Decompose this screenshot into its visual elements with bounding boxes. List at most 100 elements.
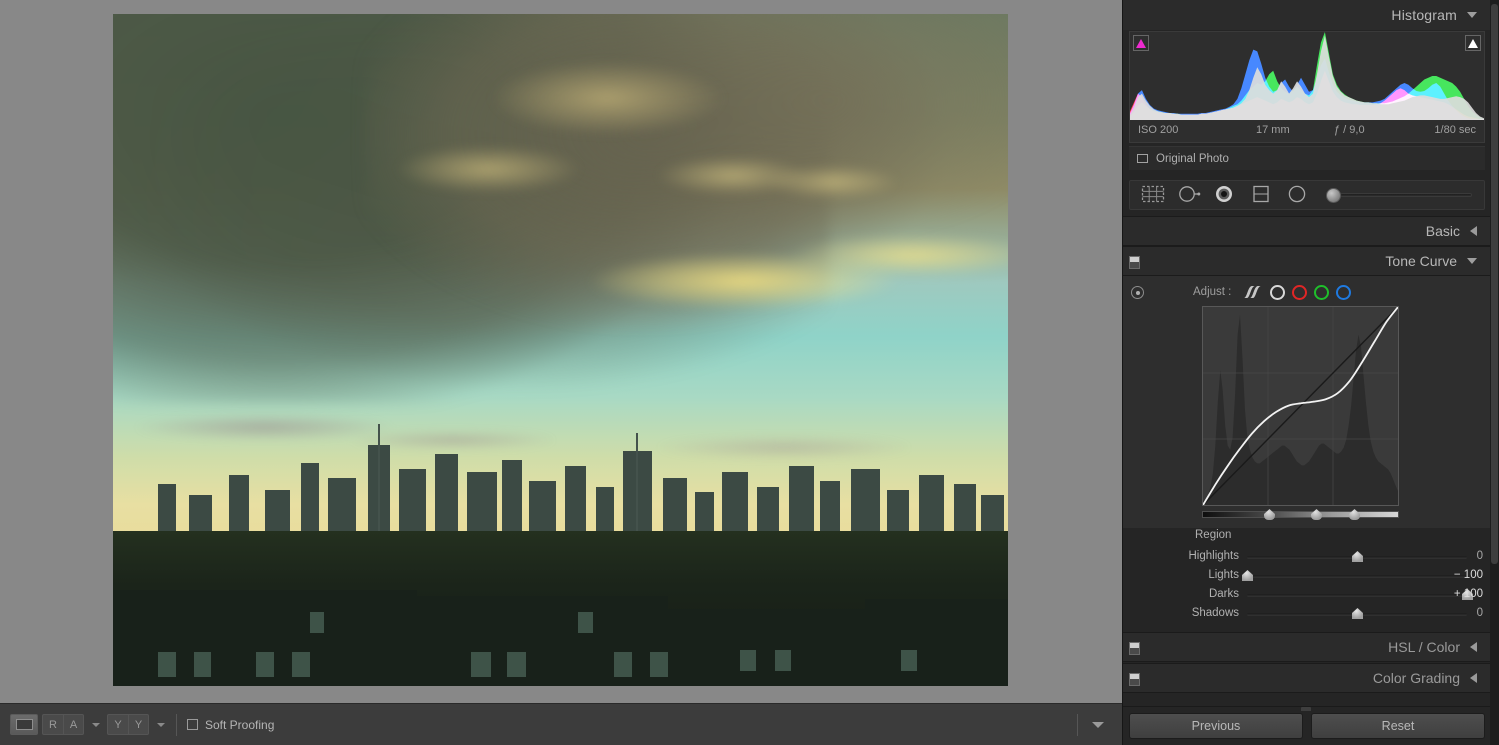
- slider-track-darks[interactable]: [1247, 594, 1467, 597]
- exif-iso: ISO 200: [1138, 124, 1179, 136]
- reset-button[interactable]: Reset: [1311, 713, 1485, 739]
- shadow-clipping-button[interactable]: [1133, 35, 1149, 51]
- adjust-label: Adjust :: [1193, 286, 1232, 298]
- compare-view-group: Y Y: [107, 714, 149, 735]
- slider-label-darks: Darks: [1208, 588, 1239, 600]
- exif-focal-length: 17 mm: [1256, 124, 1290, 136]
- panel-header-basic[interactable]: Basic: [1123, 216, 1491, 246]
- right-panel-scrollbar[interactable]: [1490, 0, 1499, 745]
- histogram-panel[interactable]: ISO 200 17 mm ƒ / 9,0 1/80 sec: [1129, 31, 1485, 143]
- histogram-header[interactable]: Histogram: [1123, 0, 1491, 30]
- brush-size-slider[interactable]: [1326, 188, 1472, 203]
- chevron-down-icon[interactable]: [1467, 258, 1477, 264]
- chevron-left-icon[interactable]: [1470, 642, 1477, 652]
- panel-title-hsl-color: HSL / Color: [1388, 639, 1460, 655]
- toolbar-divider: [176, 713, 177, 736]
- chevron-left-icon[interactable]: [1470, 226, 1477, 236]
- soft-proofing-checkbox[interactable]: [187, 719, 198, 730]
- panel-header-hsl-color[interactable]: HSL / Color: [1123, 632, 1491, 662]
- toolbar-right-divider: [1077, 713, 1078, 736]
- exif-info-row: ISO 200 17 mm ƒ / 9,0 1/80 sec: [1130, 118, 1484, 142]
- lightroom-develop-window: R A Y Y Soft Proofing Histogram ISO 200 …: [0, 0, 1499, 745]
- green-channel-icon[interactable]: [1314, 284, 1330, 300]
- chevron-down-icon[interactable]: [1467, 12, 1477, 18]
- hsl-color-panel-switch[interactable]: [1129, 642, 1140, 655]
- before-after-reference-button[interactable]: R: [42, 714, 63, 735]
- red-eye-correction-tool[interactable]: [1212, 184, 1242, 206]
- linear-gradient-tool[interactable]: [1248, 184, 1278, 206]
- red-channel-icon[interactable]: [1292, 284, 1308, 300]
- slider-row-lights: Lights − 100: [1123, 567, 1491, 586]
- tool-strip: [1129, 180, 1485, 210]
- exif-aperture: ƒ / 9,0: [1334, 124, 1365, 136]
- right-panel: Histogram ISO 200 17 mm ƒ / 9,0 1/80 sec: [1122, 0, 1499, 745]
- original-photo-label: Original Photo: [1156, 152, 1229, 165]
- histogram-chart: [1130, 32, 1484, 120]
- slider-row-highlights: Highlights 0: [1123, 548, 1491, 567]
- blue-channel-icon[interactable]: [1336, 284, 1352, 300]
- slider-value-highlights: 0: [1476, 550, 1483, 562]
- before-after-active-button[interactable]: A: [63, 714, 84, 735]
- slider-track-lights[interactable]: [1247, 575, 1467, 578]
- panel-resize-nub[interactable]: [1301, 707, 1311, 711]
- cloud-golden-rim: [542, 161, 1008, 324]
- panel-title-tone-curve: Tone Curve: [1385, 253, 1457, 269]
- before-after-menu-caret-icon[interactable]: [92, 722, 100, 727]
- brush-size-track: [1340, 193, 1472, 197]
- tone-curve-graph[interactable]: [1202, 306, 1399, 506]
- before-after-group: R A: [42, 714, 84, 735]
- panel-header-tone-curve[interactable]: Tone Curve: [1123, 246, 1491, 276]
- slider-value-lights: − 100: [1453, 569, 1483, 581]
- radial-gradient-tool[interactable]: [1284, 184, 1314, 206]
- tone-range-track: [1202, 511, 1399, 518]
- photo-image: [113, 14, 1008, 686]
- loupe-view-icon: [15, 719, 33, 730]
- highlight-clipping-triangle-icon: [1468, 39, 1478, 48]
- brush-size-knob[interactable]: [1326, 188, 1341, 203]
- photo-canvas[interactable]: [113, 14, 1008, 686]
- compare-view-left-button[interactable]: Y: [107, 714, 128, 735]
- slider-value-darks: + 100: [1453, 588, 1483, 600]
- panel-header-color-grading[interactable]: Color Grading: [1123, 663, 1491, 693]
- scrollbar-thumb[interactable]: [1491, 4, 1498, 564]
- slider-value-shadows: 0: [1476, 607, 1483, 619]
- panel-title-basic: Basic: [1425, 223, 1460, 239]
- footer-button-row: Previous Reset: [1123, 713, 1491, 739]
- slider-knob-shadows[interactable]: [1352, 608, 1363, 619]
- previous-button[interactable]: Previous: [1129, 713, 1303, 739]
- rgb-channel-icon[interactable]: [1270, 284, 1286, 300]
- crop-overlay-tool[interactable]: [1140, 184, 1170, 206]
- panel-title-color-grading: Color Grading: [1372, 670, 1460, 686]
- tone-curve-body: Adjust : Region Highlights 0 Lights − 10…: [1123, 276, 1491, 619]
- slider-knob-lights[interactable]: [1242, 570, 1253, 581]
- parametric-curve-icon[interactable]: [1243, 284, 1262, 300]
- color-grading-panel-switch[interactable]: [1129, 673, 1140, 686]
- tone-curve-panel-switch[interactable]: [1129, 256, 1140, 269]
- compare-view-menu-caret-icon[interactable]: [157, 722, 165, 727]
- slider-label-lights: Lights: [1208, 569, 1239, 581]
- city-skyline: [113, 404, 1008, 552]
- slider-knob-highlights[interactable]: [1352, 551, 1363, 562]
- foreground-rooftops: [113, 531, 1008, 686]
- adjust-channel-row: Adjust :: [1193, 280, 1358, 304]
- slider-label-highlights: Highlights: [1188, 550, 1240, 562]
- slider-label-shadows: Shadows: [1191, 607, 1239, 619]
- original-photo-row[interactable]: Original Photo: [1129, 146, 1485, 170]
- toolbar-options-caret-icon[interactable]: [1092, 721, 1104, 728]
- spot-removal-tool[interactable]: [1176, 184, 1206, 206]
- tone-range-split-slider[interactable]: [1202, 509, 1399, 520]
- chevron-left-icon[interactable]: [1470, 673, 1477, 683]
- region-label: Region: [1195, 529, 1232, 541]
- loupe-view-button[interactable]: [10, 714, 38, 735]
- exif-shutter-speed: 1/80 sec: [1434, 124, 1476, 136]
- targeted-adjustment-icon[interactable]: [1131, 286, 1144, 299]
- soft-proofing-label: Soft Proofing: [205, 717, 275, 732]
- original-photo-checkbox[interactable]: [1137, 154, 1148, 163]
- slider-row-shadows: Shadows 0: [1123, 605, 1491, 624]
- shadow-clipping-triangle-icon: [1136, 39, 1146, 48]
- compare-view-right-button[interactable]: Y: [128, 714, 149, 735]
- image-viewer: [0, 0, 1122, 703]
- histogram-title: Histogram: [1391, 7, 1457, 23]
- highlight-clipping-button[interactable]: [1465, 35, 1481, 51]
- slider-row-darks: Darks + 100: [1123, 586, 1491, 605]
